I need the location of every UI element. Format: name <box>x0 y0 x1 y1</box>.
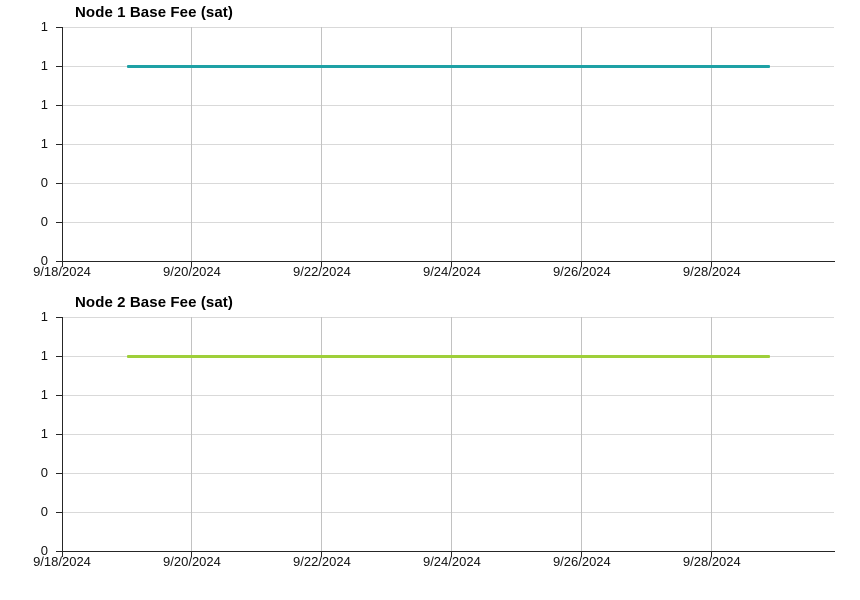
h-gridline <box>62 144 834 145</box>
x-axis-tick-label: 9/24/2024 <box>410 554 494 570</box>
x-axis-tick-label: 9/26/2024 <box>540 264 624 280</box>
y-axis-tick-label: 0 <box>4 214 48 230</box>
h-gridline <box>62 183 834 184</box>
y-axis-tick-label: 1 <box>4 309 48 325</box>
y-axis-tick-mark <box>56 395 62 396</box>
y-axis-tick-label: 0 <box>4 465 48 481</box>
h-gridline <box>62 473 834 474</box>
v-gridline <box>191 317 192 551</box>
x-axis-tick-label: 9/28/2024 <box>670 264 754 280</box>
x-axis-tick-label: 9/22/2024 <box>280 554 364 570</box>
plot-area <box>62 27 834 261</box>
v-gridline <box>711 27 712 261</box>
series-line <box>127 355 770 358</box>
x-axis-tick-label: 9/26/2024 <box>540 554 624 570</box>
x-axis-tick-label: 9/20/2024 <box>150 264 234 280</box>
h-gridline <box>62 512 834 513</box>
y-axis-tick-mark <box>56 317 62 318</box>
y-axis-tick-mark <box>56 66 62 67</box>
y-axis-spine <box>62 317 63 552</box>
v-gridline <box>321 27 322 261</box>
y-axis-tick-mark <box>56 105 62 106</box>
h-gridline <box>62 395 834 396</box>
v-gridline <box>321 317 322 551</box>
x-axis-spine <box>62 551 835 552</box>
x-axis-tick-label: 9/18/2024 <box>20 264 104 280</box>
y-axis-tick-mark <box>56 222 62 223</box>
chart-title: Node 2 Base Fee (sat) <box>75 294 233 311</box>
h-gridline <box>62 434 834 435</box>
y-axis-tick-label: 1 <box>4 348 48 364</box>
y-axis-tick-mark <box>56 434 62 435</box>
y-axis-tick-label: 0 <box>4 504 48 520</box>
h-gridline <box>62 27 834 28</box>
x-axis-tick-label: 9/24/2024 <box>410 264 494 280</box>
h-gridline <box>62 222 834 223</box>
y-axis-tick-label: 1 <box>4 136 48 152</box>
v-gridline <box>711 317 712 551</box>
y-axis-tick-mark <box>56 473 62 474</box>
y-axis-tick-label: 1 <box>4 58 48 74</box>
v-gridline <box>191 27 192 261</box>
y-axis-tick-label: 0 <box>4 175 48 191</box>
y-axis-tick-label: 1 <box>4 426 48 442</box>
y-axis-tick-mark <box>56 183 62 184</box>
y-axis-tick-mark <box>56 144 62 145</box>
v-gridline <box>581 317 582 551</box>
y-axis-tick-label: 1 <box>4 387 48 403</box>
v-gridline <box>451 27 452 261</box>
v-gridline <box>451 317 452 551</box>
chart-title: Node 1 Base Fee (sat) <box>75 4 233 21</box>
x-axis-tick-label: 9/28/2024 <box>670 554 754 570</box>
series-line <box>127 65 770 68</box>
x-axis-tick-label: 9/18/2024 <box>20 554 104 570</box>
h-gridline <box>62 105 834 106</box>
x-axis-tick-label: 9/22/2024 <box>280 264 364 280</box>
x-axis-tick-label: 9/20/2024 <box>150 554 234 570</box>
x-axis-spine <box>62 261 835 262</box>
plot-area <box>62 317 834 551</box>
y-axis-tick-label: 1 <box>4 19 48 35</box>
v-gridline <box>581 27 582 261</box>
y-axis-tick-mark <box>56 356 62 357</box>
y-axis-tick-label: 1 <box>4 97 48 113</box>
node2-base-fee-chart: Node 2 Base Fee (sat) 00011119/18/20249/… <box>0 290 860 580</box>
node1-base-fee-chart: Node 1 Base Fee (sat) 00011119/18/20249/… <box>0 0 860 290</box>
y-axis-tick-mark <box>56 27 62 28</box>
y-axis-spine <box>62 27 63 262</box>
h-gridline <box>62 317 834 318</box>
y-axis-tick-mark <box>56 512 62 513</box>
